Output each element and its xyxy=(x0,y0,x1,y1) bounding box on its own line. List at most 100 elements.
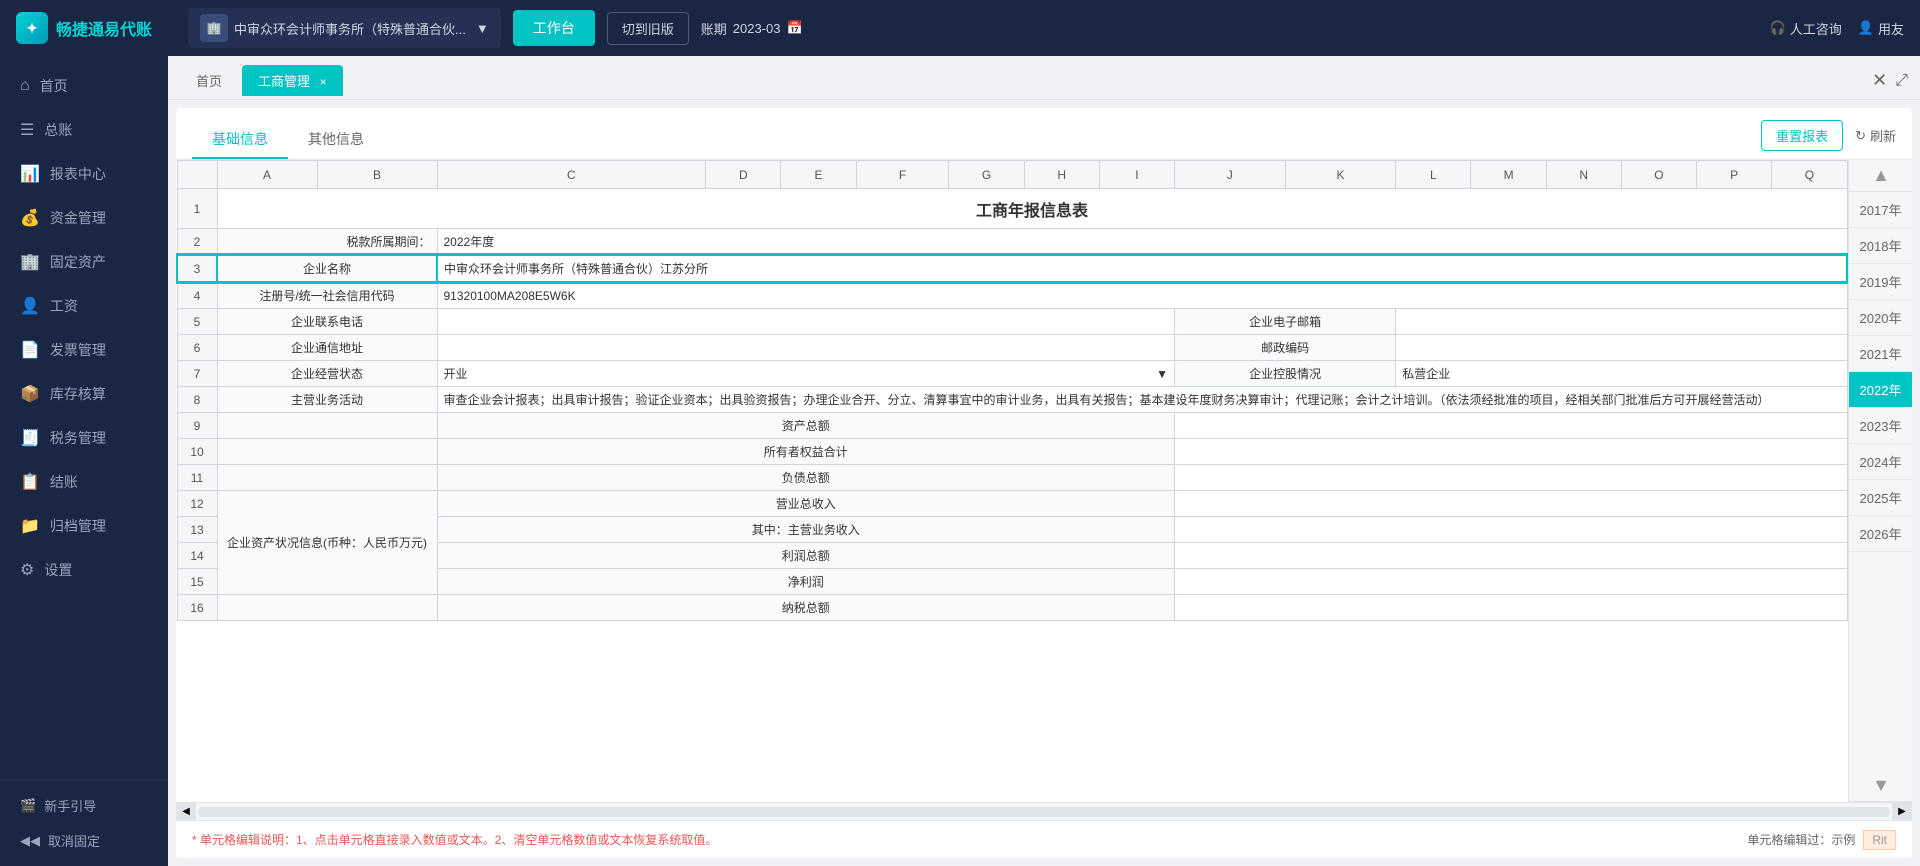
sidebar-item-fund[interactable]: 💰 资金管理 xyxy=(0,196,168,240)
scroll-down-button[interactable]: ▼ xyxy=(1849,770,1912,802)
sidebar-item-tax[interactable]: 🧾 税务管理 xyxy=(0,416,168,460)
user-item[interactable]: 👤 用友 xyxy=(1858,19,1904,38)
cell-5-email-value[interactable] xyxy=(1396,309,1847,335)
spreadsheet-wrapper: A B C D E F G H I J xyxy=(176,160,1912,820)
cell-16-left xyxy=(217,595,437,621)
year-item-2019[interactable]: 2019年 xyxy=(1849,264,1912,300)
year-item-2025[interactable]: 2025年 xyxy=(1849,480,1912,516)
cell-9-value[interactable] xyxy=(1174,413,1847,439)
settings-icon: ⚙ xyxy=(20,560,34,580)
workbench-button[interactable]: 工作台 xyxy=(513,10,595,46)
cell-16-value[interactable] xyxy=(1174,595,1847,621)
refresh-label: 刷新 xyxy=(1870,126,1896,145)
tab-home-label: 首页 xyxy=(196,74,222,89)
year-item-2023[interactable]: 2023年 xyxy=(1849,408,1912,444)
year-item-2018[interactable]: 2018年 xyxy=(1849,228,1912,264)
sidebar-item-assets-label: 固定资产 xyxy=(50,252,106,272)
cell-8-value[interactable]: 审查企业会计报表；出具审计报告；验证企业资本；出具验资报告；办理企业合开、分立、… xyxy=(437,387,1847,413)
cell-2-label: 税款所属期间： xyxy=(217,229,437,256)
expand-button[interactable]: ⤢ xyxy=(1895,72,1908,90)
row-num-15: 15 xyxy=(177,569,217,595)
reset-report-button[interactable]: 重置报表 xyxy=(1761,120,1843,151)
year-item-2020[interactable]: 2020年 xyxy=(1849,300,1912,336)
h-scroll-right-button[interactable]: ▶ xyxy=(1892,803,1912,821)
h-scroll-area: ◀ ▶ xyxy=(176,802,1912,820)
cell-9-left xyxy=(217,413,437,439)
year-item-2024[interactable]: 2024年 xyxy=(1849,444,1912,480)
company-selector[interactable]: 🏢 中审众环会计师事务所（特殊普通合伙... ▼ xyxy=(188,8,501,48)
tab-business-label: 工商管理 xyxy=(258,74,310,89)
year-item-2021[interactable]: 2021年 xyxy=(1849,336,1912,372)
cell-7-status[interactable]: 开业 ▼ xyxy=(437,361,1174,387)
cell-6-zip-value[interactable] xyxy=(1396,335,1847,361)
refresh-button[interactable]: ↻ 刷新 xyxy=(1855,126,1896,145)
title-cell: 工商年报信息表 xyxy=(217,189,1847,229)
invoice-icon: 📄 xyxy=(20,340,40,360)
cell-7-control-value[interactable]: 私营企业 xyxy=(1396,361,1847,387)
year-item-2026[interactable]: 2026年 xyxy=(1849,516,1912,552)
layout: ⌂ 首页 ☰ 总账 📊 报表中心 💰 资金管理 🏢 固定资产 👤 工资 📄 发票… xyxy=(0,56,1920,866)
cell-13-label: 其中：主营业务收入 xyxy=(437,517,1174,543)
cell-10-value[interactable] xyxy=(1174,439,1847,465)
bottom-bar: * 单元格编辑说明：1、点击单元格直接录入数值或文本。2、清空单元格数值或文本恢… xyxy=(176,820,1912,858)
report-icon: 📊 xyxy=(20,164,40,184)
cell-11-label: 负债总额 xyxy=(437,465,1174,491)
sidebar-item-archive[interactable]: 📁 归档管理 xyxy=(0,504,168,548)
sidebar-item-unpin[interactable]: ◀◀ 取消固定 xyxy=(0,823,168,858)
cell-6-value[interactable] xyxy=(437,335,1174,361)
sub-tab-basic[interactable]: 基础信息 xyxy=(192,121,288,159)
sidebar-item-assets[interactable]: 🏢 固定资产 xyxy=(0,240,168,284)
spreadsheet-container[interactable]: A B C D E F G H I J xyxy=(176,160,1848,802)
tab-home[interactable]: 首页 xyxy=(180,65,238,96)
user-icon: 👤 xyxy=(1858,20,1874,36)
sidebar-item-invoice[interactable]: 📄 发票管理 xyxy=(0,328,168,372)
cell-3-value[interactable]: 中审众环会计师事务所（特殊普通合伙）江苏分所 xyxy=(437,255,1847,282)
cell-13-value[interactable] xyxy=(1174,517,1847,543)
sidebar-item-home[interactable]: ⌂ 首页 xyxy=(0,64,168,108)
sidebar-item-report[interactable]: 📊 报表中心 xyxy=(0,152,168,196)
cell-11-value[interactable] xyxy=(1174,465,1847,491)
cell-12-value[interactable] xyxy=(1174,491,1847,517)
cell-6-label: 企业通信地址 xyxy=(217,335,437,361)
cell-5-value[interactable] xyxy=(437,309,1174,335)
cell-15-value[interactable] xyxy=(1174,569,1847,595)
sidebar-item-settings-label: 设置 xyxy=(44,560,72,580)
tab-close-icon[interactable]: × xyxy=(320,75,327,89)
sub-tab-other[interactable]: 其他信息 xyxy=(288,121,384,159)
sidebar-item-closing[interactable]: 📋 结账 xyxy=(0,460,168,504)
year-item-2022[interactable]: 2022年 xyxy=(1849,372,1912,408)
cell-4-label: 注册号/统一社会信用代码 xyxy=(217,282,437,309)
sidebar-item-inventory[interactable]: 📦 库存核算 xyxy=(0,372,168,416)
h-scrollbar-track[interactable] xyxy=(198,807,1890,817)
cell-5-label: 企业联系电话 xyxy=(217,309,437,335)
period-value: 2023-03 xyxy=(733,21,781,36)
cell-14-value[interactable] xyxy=(1174,543,1847,569)
row-num-14: 14 xyxy=(177,543,217,569)
sidebar-item-salary[interactable]: 👤 工资 xyxy=(0,284,168,328)
headset-icon: 🎧 xyxy=(1770,20,1786,36)
sidebar-bottom: 🎬 新手引导 ◀◀ 取消固定 xyxy=(0,779,168,866)
cell-2-value[interactable]: 2022年度 xyxy=(437,229,1847,256)
h-scroll-left-button[interactable]: ◀ xyxy=(176,803,196,821)
sidebar-item-ledger[interactable]: ☰ 总账 xyxy=(0,108,168,152)
col-header-I: I xyxy=(1099,161,1174,189)
example-cell: Rit xyxy=(1863,830,1896,850)
close-button[interactable]: ✕ xyxy=(1872,70,1887,91)
consult-item[interactable]: 🎧 人工咨询 xyxy=(1770,19,1842,38)
tab-bar-right: ✕ ⤢ xyxy=(1872,70,1908,91)
year-item-2017[interactable]: 2017年 xyxy=(1849,192,1912,228)
old-version-button[interactable]: 切到旧版 xyxy=(607,12,689,45)
col-header-O: O xyxy=(1621,161,1696,189)
logo-text: 畅捷通易代账 xyxy=(56,16,152,40)
scroll-up-button[interactable]: ▲ xyxy=(1849,160,1912,192)
sidebar-item-settings[interactable]: ⚙ 设置 xyxy=(0,548,168,592)
tab-business[interactable]: 工商管理 × xyxy=(242,65,343,96)
sidebar-item-closing-label: 结账 xyxy=(50,472,78,492)
table-row: 3 企业名称 中审众环会计师事务所（特殊普通合伙）江苏分所 xyxy=(177,255,1847,282)
cell-4-value[interactable]: 91320100MA208E5W6K xyxy=(437,282,1847,309)
sidebar-item-guide[interactable]: 🎬 新手引导 xyxy=(0,788,168,823)
cell-7-label: 企业经营状态 xyxy=(217,361,437,387)
sidebar-item-ledger-label: 总账 xyxy=(44,120,72,140)
calendar-icon[interactable]: 📅 xyxy=(786,20,802,36)
table-row: 7 企业经营状态 开业 ▼ 企业控股情况 私营企业 xyxy=(177,361,1847,387)
